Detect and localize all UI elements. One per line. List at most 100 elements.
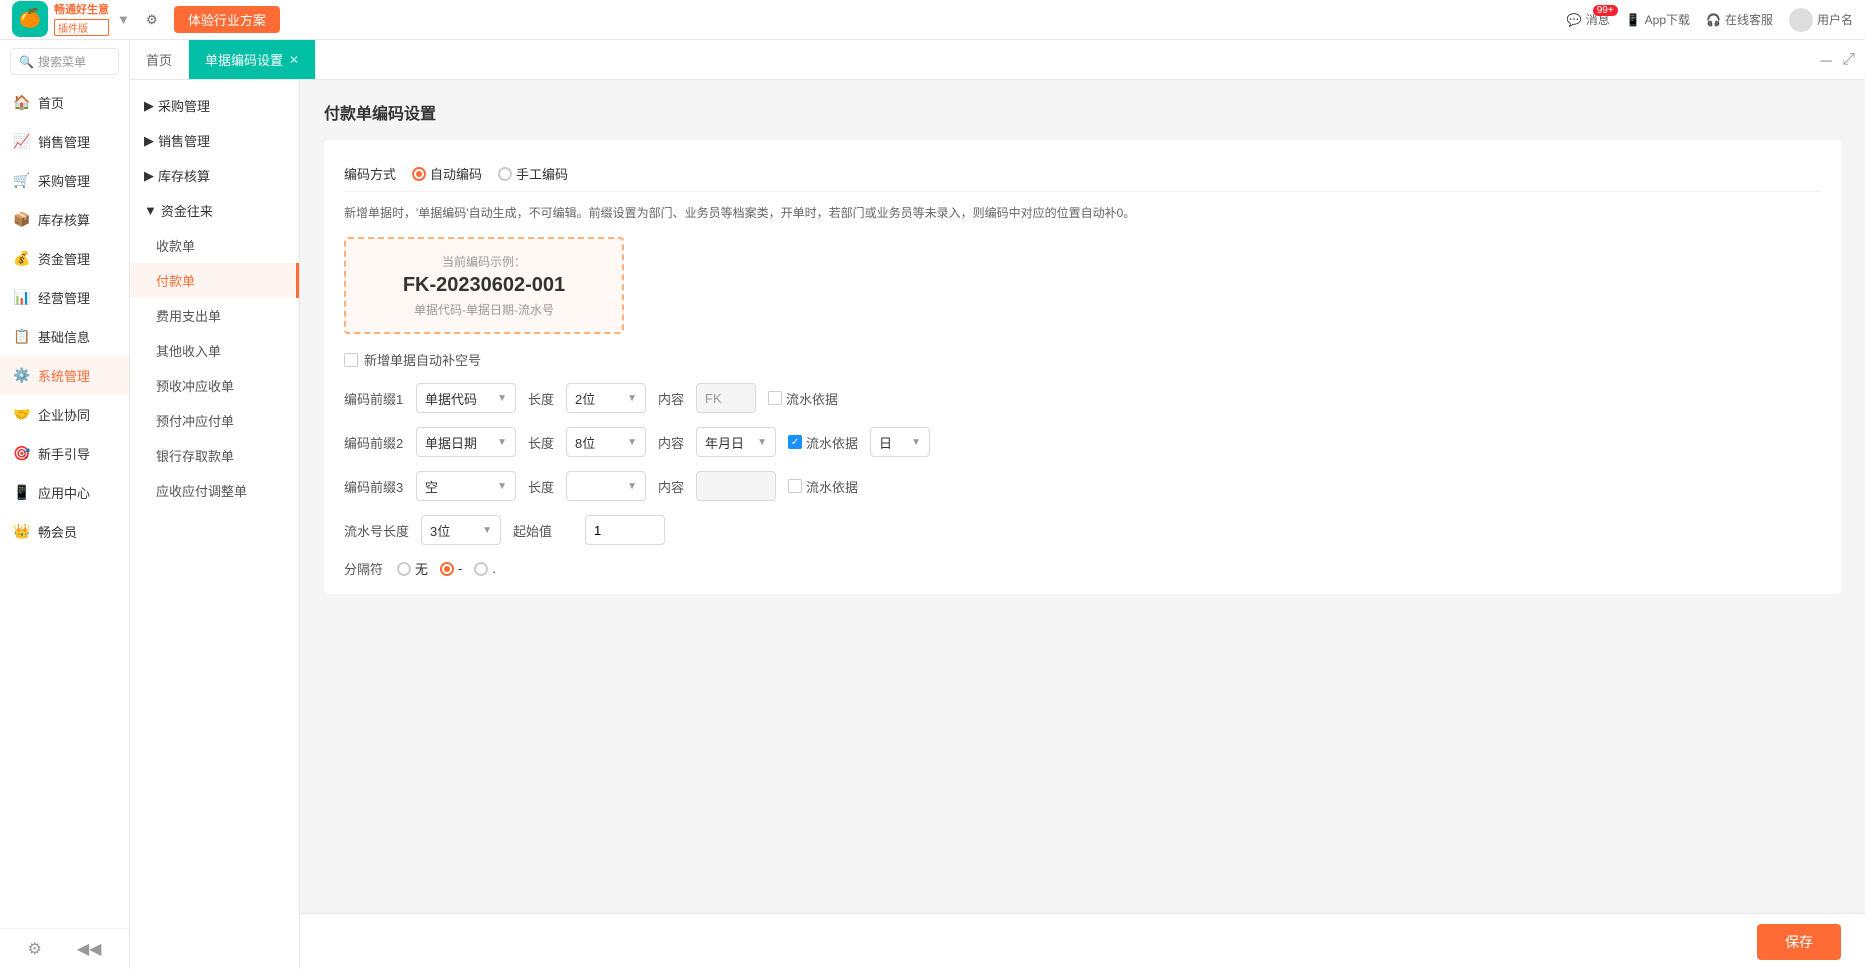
sidebar-item-enterprise[interactable]: 🤝 企业协同 [0, 395, 129, 434]
prefix1-serial-label: 流水依据 [786, 389, 838, 408]
sidebar-item-operations[interactable]: 📊 经营管理 [0, 278, 129, 317]
prefix2-serial-checkbox[interactable]: ✓ 流水依据 [788, 433, 858, 452]
prefix2-content-value: 年月日 [705, 433, 744, 452]
sidebar-item-bank[interactable]: 银行存取款单 [130, 438, 299, 473]
collapse-icon[interactable]: ◀◀ [77, 939, 102, 959]
sidebar-item-home[interactable]: 🏠 首页 [0, 83, 129, 122]
sep-dash-dot [440, 562, 454, 576]
prefix2-serial-box: ✓ [788, 435, 802, 449]
prefix2-cycle-select[interactable]: 日 ▼ [870, 427, 930, 457]
sales-icon: 📈 [14, 134, 30, 150]
auto-radio[interactable]: 自动编码 [412, 164, 482, 183]
prefix2-length-select[interactable]: 8位 ▼ [566, 427, 646, 457]
prefix2-content-label: 内容 [658, 433, 684, 452]
settings-icon[interactable]: ⚙ [138, 6, 166, 34]
prefix2-row: 编码前缀2 单据日期 ▼ 长度 8位 ▼ 内容 [344, 427, 1821, 457]
company-name: 畅通好生意 [54, 3, 109, 17]
sidebar-search[interactable]: 🔍 搜索菜单 [0, 40, 129, 83]
sidebar-item-payment[interactable]: 付款单 [130, 263, 299, 298]
sidebar-item-system[interactable]: ⚙️ 系统管理 [0, 356, 129, 395]
prefix3-length-select[interactable]: ▼ [566, 471, 646, 501]
sidebar-item-finance[interactable]: 💰 资金管理 [0, 239, 129, 278]
trial-button[interactable]: 体验行业方案 [174, 6, 280, 33]
settings-bottom-icon[interactable]: ⚙ [28, 939, 42, 959]
prefix3-length-label: 长度 [528, 477, 554, 496]
sep-none-dot [397, 562, 411, 576]
sep-none-radio[interactable]: 无 [397, 559, 428, 578]
sidebar-item-advance-recv[interactable]: 预收冲应收单 [130, 368, 299, 403]
enterprise-icon: 🤝 [14, 407, 30, 423]
user-area[interactable]: 用户名 [1789, 8, 1853, 32]
sidebar-item-inventory[interactable]: 📦 库存核算 [0, 200, 129, 239]
prefix3-content-input[interactable] [696, 471, 776, 501]
apps-icon: 📱 [14, 485, 30, 501]
group-purchase-title[interactable]: ▶ 采购管理 [130, 88, 299, 123]
group-finance-title[interactable]: ▼ 资金往来 [130, 193, 299, 228]
tab-bar: 首页 单据编码设置 ✕ － ⤢ [130, 40, 1865, 80]
prefix3-serial-checkbox[interactable]: 流水依据 [788, 477, 858, 496]
prefix1-label: 编码前缀1 [344, 389, 404, 408]
prefix2-value: 单据日期 [425, 433, 477, 452]
prefix3-label: 编码前缀3 [344, 477, 404, 496]
sidebar-item-other-income[interactable]: 其他收入单 [130, 333, 299, 368]
encoding-radio-group: 自动编码 手工编码 [412, 164, 568, 183]
prefix3-serial-label: 流水依据 [806, 477, 858, 496]
prefix1-select[interactable]: 单据代码 ▼ [416, 383, 516, 413]
prefix2-serial-label: 流水依据 [806, 433, 858, 452]
second-sidebar: ▶ 采购管理 ▶ 销售管理 ▶ 库存核算 [130, 80, 300, 969]
sidebar-item-sales[interactable]: 📈 销售管理 [0, 122, 129, 161]
content-wrapper: 付款单编码设置 编码方式 自动编码 [300, 80, 1865, 969]
sidebar-item-expense[interactable]: 费用支出单 [130, 298, 299, 333]
tab-home[interactable]: 首页 [130, 40, 189, 79]
sidebar-item-purchase[interactable]: 🛒 采购管理 [0, 161, 129, 200]
finance-icon: 💰 [14, 251, 30, 267]
sidebar-item-member[interactable]: 👑 畅会员 [0, 512, 129, 551]
start-value-input[interactable] [585, 515, 665, 545]
guide-icon: 🎯 [14, 446, 30, 462]
manual-radio-label: 手工编码 [516, 164, 568, 183]
username: 用户名 [1817, 11, 1853, 28]
sep-dot-label: . [492, 561, 496, 576]
app-icon: 📱 [1626, 13, 1641, 27]
sidebar-item-advance-pay[interactable]: 预付冲应付单 [130, 403, 299, 438]
prefix3-content-label: 内容 [658, 477, 684, 496]
sidebar-item-receipt[interactable]: 收款单 [130, 228, 299, 263]
prefix1-length-select[interactable]: 2位 ▼ [566, 383, 646, 413]
prefix1-serial-checkbox[interactable]: 流水依据 [768, 389, 838, 408]
prefix2-select[interactable]: 单据日期 ▼ [416, 427, 516, 457]
maximize-icon[interactable]: ⤢ [1842, 51, 1855, 69]
sidebar-item-guide[interactable]: 🎯 新手引导 [0, 434, 129, 473]
group-sales-title[interactable]: ▶ 销售管理 [130, 123, 299, 158]
sep-dot-radio[interactable]: . [474, 561, 496, 576]
prefix2-length-arrow: ▼ [627, 437, 637, 448]
sidebar-bottom: ⚙ ◀◀ [0, 928, 129, 969]
sidebar-item-basic[interactable]: 📋 基础信息 [0, 317, 129, 356]
sidebar-item-apps[interactable]: 📱 应用中心 [0, 473, 129, 512]
auto-fill-checkbox[interactable] [344, 353, 358, 367]
manual-radio[interactable]: 手工编码 [498, 164, 568, 183]
prefix1-content-input[interactable] [696, 383, 756, 413]
search-button[interactable]: 🔍 搜索菜单 [10, 48, 119, 75]
serial-length-select[interactable]: 3位 ▼ [421, 515, 501, 545]
main-layout: 🔍 搜索菜单 🏠 首页 📈 销售管理 🛒 采购管理 📦 库存核算 💰 [0, 40, 1865, 969]
service-button[interactable]: 🎧 在线客服 [1706, 11, 1773, 28]
dropdown-arrow[interactable]: ▼ [117, 12, 130, 27]
tab-close-icon[interactable]: ✕ [289, 53, 299, 67]
serial-length-arrow: ▼ [482, 525, 492, 536]
bottom-bar: 保存 [300, 913, 1865, 969]
tab-encoding[interactable]: 单据编码设置 ✕ [189, 40, 316, 79]
sep-dash-radio[interactable]: - [440, 561, 462, 576]
auto-fill-row: 新增单据自动补空号 [344, 350, 1821, 369]
logo-area: 🍊 畅通好生意 插件版 [12, 1, 109, 39]
prefix2-content-select[interactable]: 年月日 ▼ [696, 427, 776, 457]
app-download-button[interactable]: 📱 App下载 [1626, 11, 1690, 28]
sidebar-item-adjustment[interactable]: 应收应付调整单 [130, 473, 299, 508]
group-label: 库存核算 [158, 166, 210, 185]
group-inventory-title[interactable]: ▶ 库存核算 [130, 158, 299, 193]
sidebar-item-label: 系统管理 [38, 366, 90, 385]
group-purchase: ▶ 采购管理 [130, 88, 299, 123]
message-button[interactable]: 💬 消息 99+ [1567, 11, 1610, 28]
minimize-icon[interactable]: － [1818, 48, 1834, 72]
prefix3-select[interactable]: 空 ▼ [416, 471, 516, 501]
save-button[interactable]: 保存 [1757, 924, 1841, 960]
